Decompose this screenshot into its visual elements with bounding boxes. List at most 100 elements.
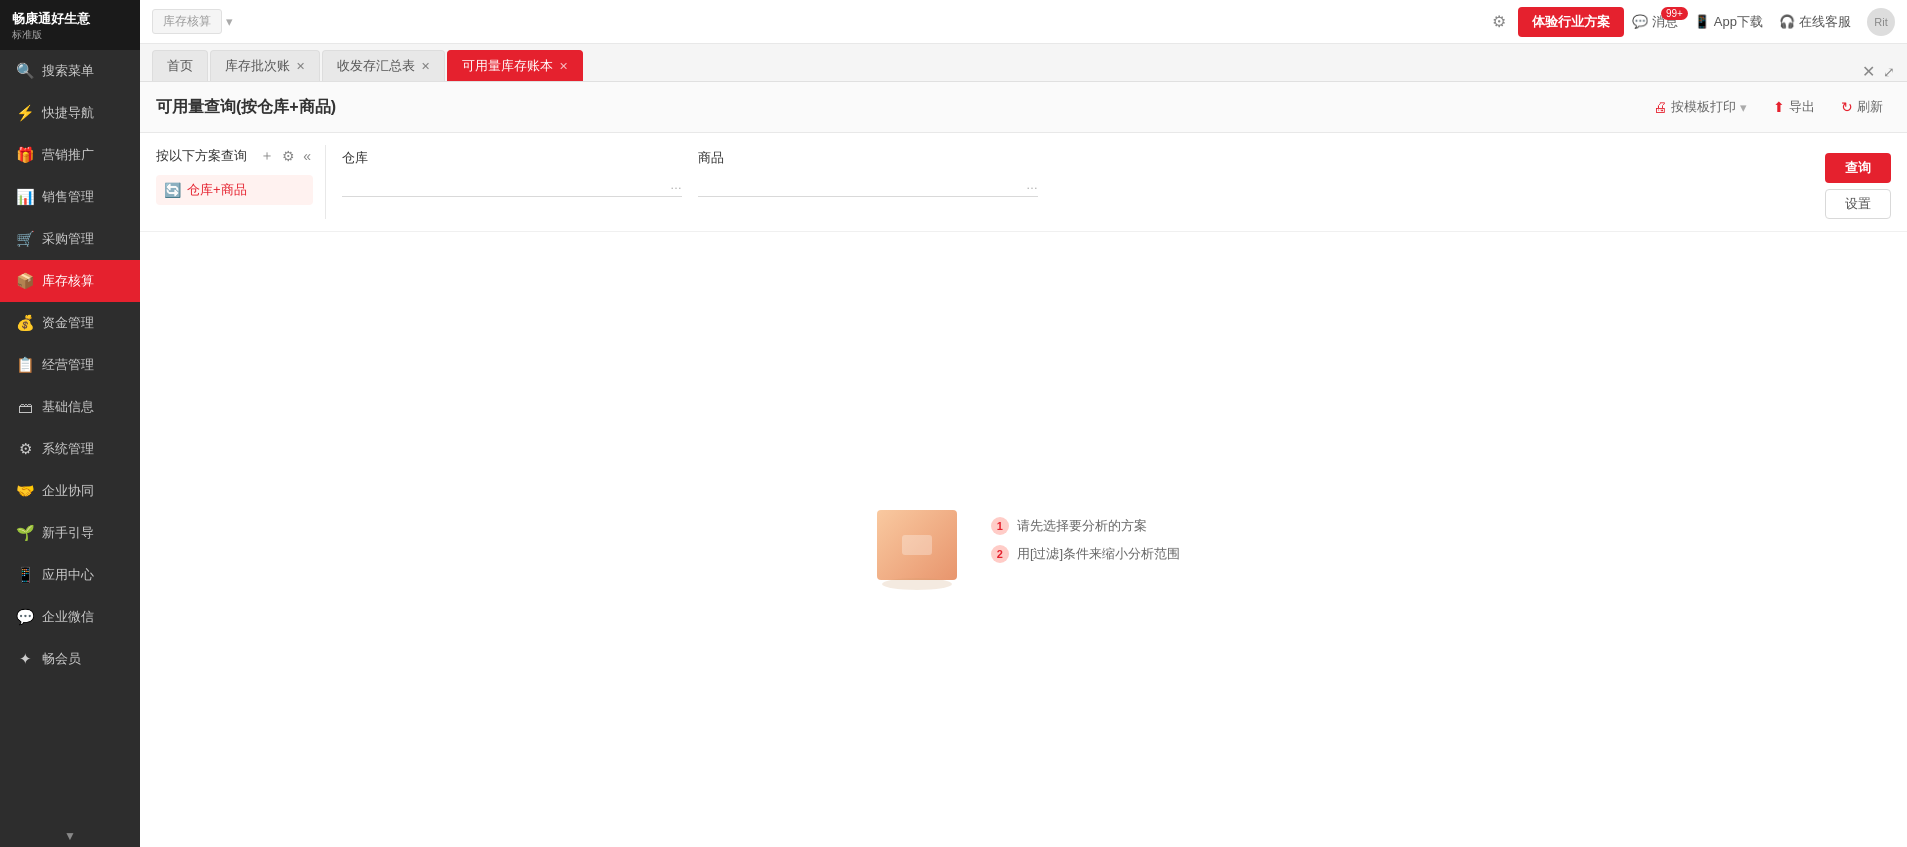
add-scheme-btn[interactable]: ＋ <box>258 145 276 167</box>
trial-btn[interactable]: 体验行业方案 <box>1518 7 1624 37</box>
sidebar-label-base-info: 基础信息 <box>42 398 94 416</box>
print-dropdown-icon[interactable]: ▾ <box>1740 100 1747 115</box>
product-label: 商品 <box>698 149 1038 167</box>
query-action-buttons: 查询 设置 <box>1825 149 1891 219</box>
tab-batch-account-label: 库存批次账 <box>225 57 290 75</box>
sidebar-item-member[interactable]: ✦ 畅会员 <box>0 638 140 680</box>
empty-illustration <box>867 490 967 590</box>
tab-available-stock[interactable]: 可用量库存账本 ✕ <box>447 50 583 81</box>
tab-received-summary[interactable]: 收发存汇总表 ✕ <box>322 50 445 81</box>
sidebar-label-inventory: 库存核算 <box>42 272 94 290</box>
online-service-btn[interactable]: 🎧 在线客服 <box>1779 13 1851 31</box>
sidebar-label-operations: 经营管理 <box>42 356 94 374</box>
avatar-text: Rit <box>1874 16 1887 28</box>
topbar: 库存核算 ▾ ⚙ 体验行业方案 💬 消息 99+ 📱 App下载 🎧 在线客服 … <box>140 0 1907 44</box>
expand-btn[interactable]: ⤢ <box>1883 64 1895 80</box>
main-area: 库存核算 ▾ ⚙ 体验行业方案 💬 消息 99+ 📱 App下载 🎧 在线客服 … <box>140 0 1907 847</box>
sidebar-icon-system: ⚙ <box>16 440 34 458</box>
product-input-wrapper: … <box>698 173 1038 197</box>
export-label: 导出 <box>1789 98 1815 116</box>
sidebar-item-guide[interactable]: 🌱 新手引导 <box>0 512 140 554</box>
tab-available-stock-close[interactable]: ✕ <box>559 60 568 73</box>
warehouse-input-wrapper: … <box>342 173 682 197</box>
tabbar-right: ✕ ⤢ <box>1862 62 1895 81</box>
sidebar-item-marketing[interactable]: 🎁 营销推广 <box>0 134 140 176</box>
sidebar-label-wechat: 企业微信 <box>42 608 94 626</box>
sidebar-icon-purchase: 🛒 <box>16 230 34 248</box>
product-more-icon[interactable]: … <box>1026 178 1038 192</box>
sidebar-item-finance[interactable]: 💰 资金管理 <box>0 302 140 344</box>
tab-received-summary-label: 收发存汇总表 <box>337 57 415 75</box>
online-service-label: 在线客服 <box>1799 13 1851 31</box>
print-icon: 🖨 <box>1653 99 1667 115</box>
sidebar-item-system[interactable]: ⚙ 系统管理 <box>0 428 140 470</box>
breadcrumb-dropdown-icon[interactable]: ▾ <box>226 14 233 29</box>
tab-batch-account-close[interactable]: ✕ <box>296 60 305 73</box>
page-header: 可用量查询(按仓库+商品) 🖨 按模板打印 ▾ ⬆ 导出 ↻ 刷新 <box>140 82 1907 133</box>
sidebar-item-inventory[interactable]: 📦 库存核算 <box>0 260 140 302</box>
tab-received-summary-close[interactable]: ✕ <box>421 60 430 73</box>
empty-state: 1 请先选择要分析的方案 2 用[过滤]条件来缩小分析范围 <box>140 232 1907 847</box>
message-icon: 💬 <box>1632 14 1648 29</box>
refresh-btn[interactable]: ↻ 刷新 <box>1833 94 1891 120</box>
sidebar-scroll-down[interactable]: ▼ <box>0 825 140 847</box>
sidebar-item-app-center[interactable]: 📱 应用中心 <box>0 554 140 596</box>
sidebar-icon-base-info: 🗃 <box>16 399 34 416</box>
sidebar-item-search[interactable]: 🔍 搜索菜单 <box>0 50 140 92</box>
breadcrumb-area: 库存核算 ▾ <box>152 9 1480 34</box>
warehouse-label: 仓库 <box>342 149 682 167</box>
sidebar-icon-member: ✦ <box>16 650 34 668</box>
warehouse-input[interactable] <box>342 177 670 192</box>
tab-home[interactable]: 首页 <box>152 50 208 81</box>
sidebar-label-system: 系统管理 <box>42 440 94 458</box>
sidebar-icon-inventory: 📦 <box>16 272 34 290</box>
hint-1-text: 请先选择要分析的方案 <box>1017 517 1147 535</box>
page-title: 可用量查询(按仓库+商品) <box>156 97 336 118</box>
edit-scheme-btn[interactable]: ⚙ <box>280 146 297 166</box>
app-download-btn[interactable]: 📱 App下载 <box>1694 13 1763 31</box>
sidebar-logo: 畅康通好生意 标准版 <box>0 0 140 50</box>
close-tab-btn[interactable]: ✕ <box>1862 62 1875 81</box>
export-btn[interactable]: ⬆ 导出 <box>1765 94 1823 120</box>
sidebar-item-wechat[interactable]: 💬 企业微信 <box>0 596 140 638</box>
sidebar-item-purchase[interactable]: 🛒 采购管理 <box>0 218 140 260</box>
query-sidebar-title: 按以下方案查询 <box>156 147 247 165</box>
sidebar-icon-search: 🔍 <box>16 62 34 80</box>
tab-batch-account[interactable]: 库存批次账 ✕ <box>210 50 320 81</box>
sidebar-item-sales[interactable]: 📊 销售管理 <box>0 176 140 218</box>
collapse-scheme-btn[interactable]: « <box>301 146 313 166</box>
settings-btn[interactable]: 设置 <box>1825 189 1891 219</box>
query-sidebar-header: 按以下方案查询 ＋ ⚙ « <box>156 145 313 167</box>
gear-icon[interactable]: ⚙ <box>1488 8 1510 35</box>
product-input[interactable] <box>698 177 1026 192</box>
query-btn[interactable]: 查询 <box>1825 153 1891 183</box>
query-area: 按以下方案查询 ＋ ⚙ « 🔄 仓库+商品 仓库 <box>140 133 1907 232</box>
sidebar-item-operations[interactable]: 📋 经营管理 <box>0 344 140 386</box>
sidebar: 畅康通好生意 标准版 🔍 搜索菜单 ⚡ 快捷导航 🎁 营销推广 📊 销售管理 🛒… <box>0 0 140 847</box>
product-field-group: 商品 … <box>698 149 1038 197</box>
breadcrumb-text: 库存核算 <box>152 9 222 34</box>
warehouse-more-icon[interactable]: … <box>670 178 682 192</box>
hint-2-num: 2 <box>991 545 1009 563</box>
hint-1-num: 1 <box>991 517 1009 535</box>
topbar-right: 💬 消息 99+ 📱 App下载 🎧 在线客服 Rit <box>1632 8 1895 36</box>
sidebar-item-enterprise[interactable]: 🤝 企业协同 <box>0 470 140 512</box>
user-avatar[interactable]: Rit <box>1867 8 1895 36</box>
app-download-label: App下载 <box>1714 13 1763 31</box>
message-btn[interactable]: 💬 消息 99+ <box>1632 13 1678 31</box>
sidebar-label-app-center: 应用中心 <box>42 566 94 584</box>
sidebar-item-quick-nav[interactable]: ⚡ 快捷导航 <box>0 92 140 134</box>
query-scheme-panel: 按以下方案查询 ＋ ⚙ « 🔄 仓库+商品 <box>156 145 326 219</box>
sidebar-icon-marketing: 🎁 <box>16 146 34 164</box>
print-btn[interactable]: 🖨 按模板打印 ▾ <box>1645 94 1755 120</box>
query-fields: 仓库 … 商品 … 查询 设置 <box>326 145 1891 219</box>
sidebar-icon-quick-nav: ⚡ <box>16 104 34 122</box>
sidebar-item-base-info[interactable]: 🗃 基础信息 <box>0 386 140 428</box>
sidebar-logo-badge: 标准版 <box>12 28 42 42</box>
sidebar-label-finance: 资金管理 <box>42 314 94 332</box>
empty-hints: 1 请先选择要分析的方案 2 用[过滤]条件来缩小分析范围 <box>991 517 1180 563</box>
scheme-item-warehouse-product[interactable]: 🔄 仓库+商品 <box>156 175 313 205</box>
sidebar-icon-sales: 📊 <box>16 188 34 206</box>
sidebar-label-quick-nav: 快捷导航 <box>42 104 94 122</box>
empty-hint-1: 1 请先选择要分析的方案 <box>991 517 1180 535</box>
